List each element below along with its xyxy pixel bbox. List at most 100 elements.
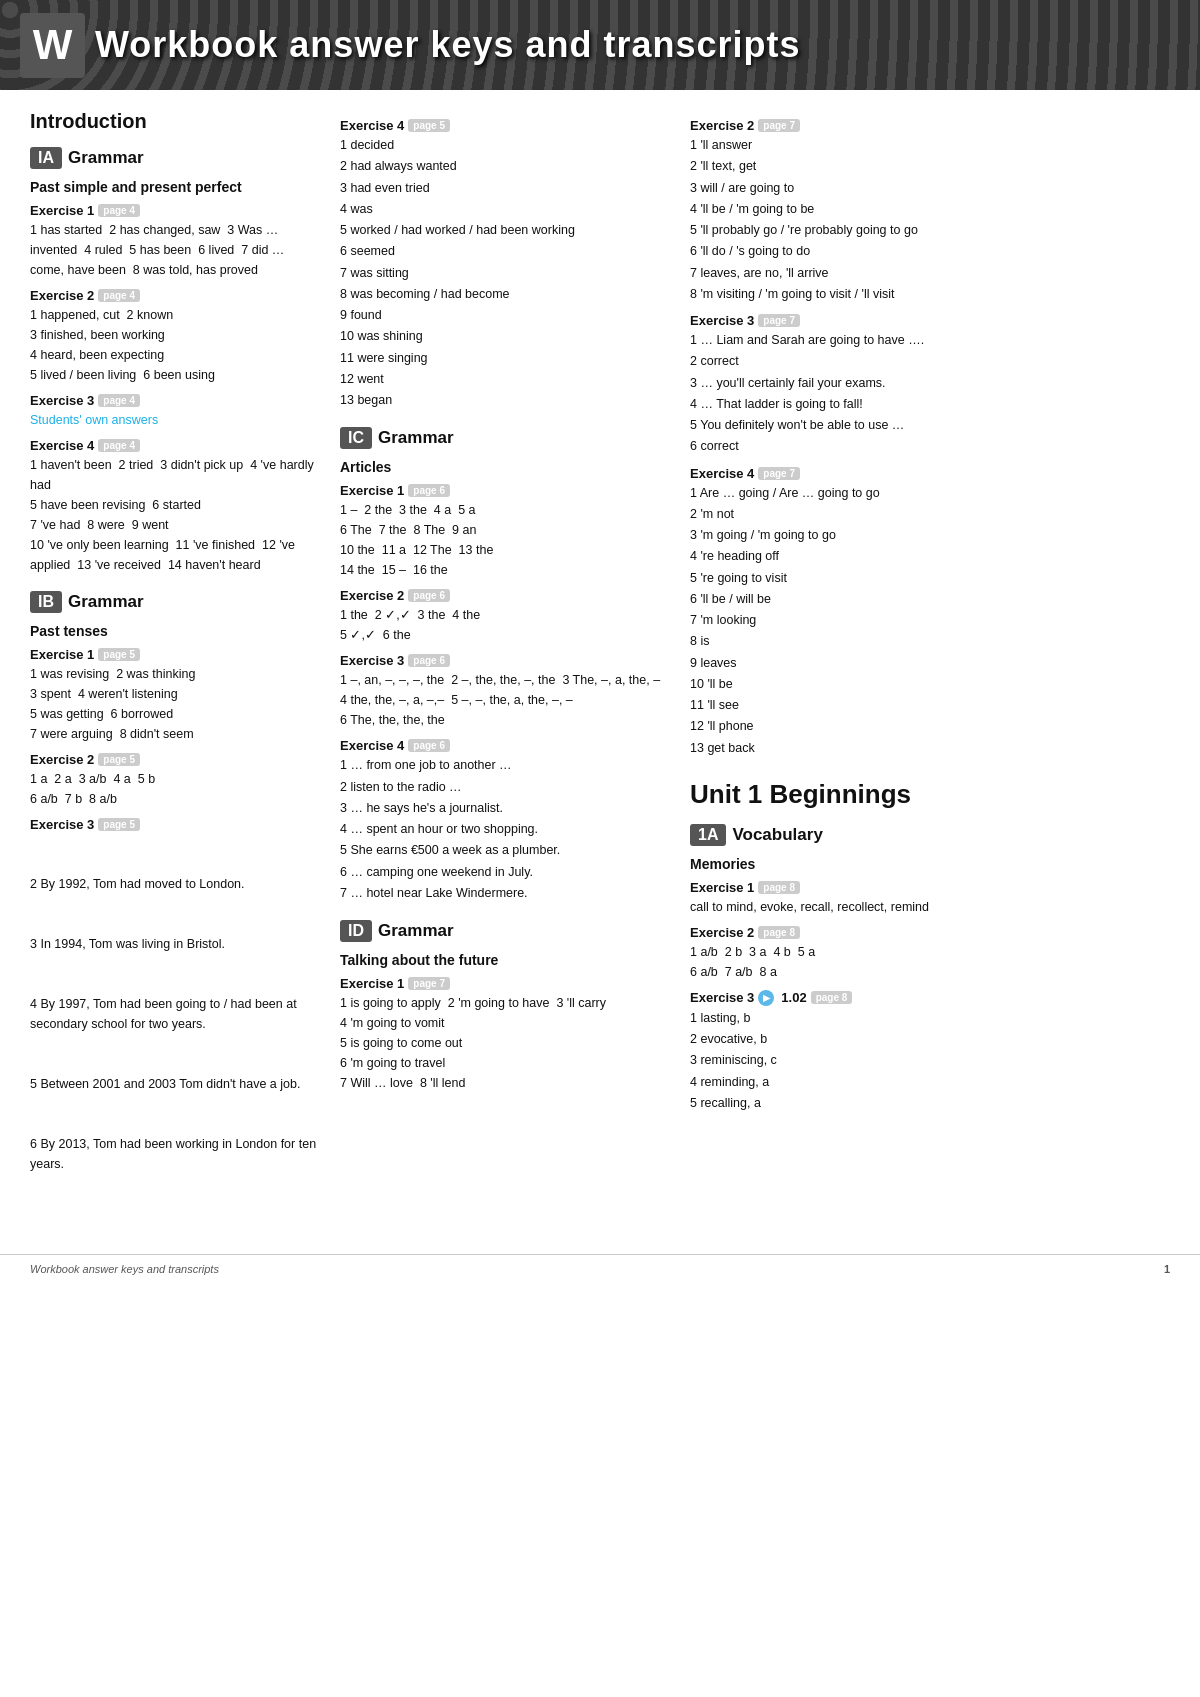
ib-ex1-content: 1 was revising 2 was thinking 3 spent 4 … bbox=[30, 664, 320, 744]
vocab-ex3-content: 1 lasting, b2 evocative, b3 reminiscing,… bbox=[690, 1008, 1170, 1114]
ia-ex2-label: Exercise 2 page 4 bbox=[30, 288, 320, 303]
main-content: Introduction IA Grammar Past simple and … bbox=[0, 90, 1200, 1244]
id-ex1-page: page 7 bbox=[408, 977, 450, 990]
audio-icon: ▶ bbox=[758, 990, 774, 1006]
list-item: 2 correct bbox=[690, 351, 1170, 372]
ia-label: IA bbox=[30, 147, 62, 169]
list-item: 12 went bbox=[340, 369, 670, 390]
unit1-title: Unit 1 Beginnings bbox=[690, 779, 1170, 810]
list-item: 6 correct bbox=[690, 436, 1170, 457]
list-item: 2 evocative, b bbox=[690, 1029, 1170, 1050]
list-item: 5 worked / had worked / had been working bbox=[340, 220, 670, 241]
list-item: 11 'll see bbox=[690, 695, 1170, 716]
list-item: 11 were singing bbox=[340, 348, 670, 369]
ib-ex1-label: Exercise 1 page 5 bbox=[30, 647, 320, 662]
list-item: 8 was becoming / had become bbox=[340, 284, 670, 305]
vocab-ex3-label: Exercise 3 ▶ 1.02 page 8 bbox=[690, 990, 1170, 1006]
ic-ex3-label: Exercise 3 page 6 bbox=[340, 653, 670, 668]
ic-ex4-content: 1 … from one job to another …2 listen to… bbox=[340, 755, 670, 904]
ia-ex1-content: 1 has started 2 has changed, saw 3 Was …… bbox=[30, 220, 320, 280]
ic-section: Grammar bbox=[378, 428, 454, 448]
ib-label: IB bbox=[30, 591, 62, 613]
vocab-ex2-content: 1 a/b 2 b 3 a 4 b 5 a 6 a/b 7 a/b 8 a bbox=[690, 942, 1170, 982]
id-label: ID bbox=[340, 920, 372, 942]
id-ex2-page: page 7 bbox=[758, 119, 800, 132]
list-item: 3 … he says he's a journalist. bbox=[340, 798, 670, 819]
ib-ex3-page: page 5 bbox=[98, 818, 140, 831]
column-right: Exercise 2 page 7 1 'll answer2 'll text… bbox=[690, 110, 1170, 1214]
id-ex4-label: Exercise 4 page 7 bbox=[690, 466, 1170, 481]
list-item: 6 'll be / will be bbox=[690, 589, 1170, 610]
list-item: 4 … spent an hour or two shopping. bbox=[340, 819, 670, 840]
vocab-ex1-label: Exercise 1 page 8 bbox=[690, 880, 1170, 895]
id-ex3-label: Exercise 3 page 7 bbox=[690, 313, 1170, 328]
page-footer: Workbook answer keys and transcripts 1 bbox=[0, 1254, 1200, 1283]
w-letter: W bbox=[33, 21, 73, 69]
ic-ex1-label: Exercise 1 page 6 bbox=[340, 483, 670, 498]
list-item: 7 was sitting bbox=[340, 263, 670, 284]
vocab-ex3-page: page 8 bbox=[811, 991, 853, 1004]
list-item: 2 had always wanted bbox=[340, 156, 670, 177]
1a-label: 1A bbox=[690, 824, 726, 846]
ia-ex4-label: Exercise 4 page 4 bbox=[30, 438, 320, 453]
column-mid: Exercise 4 page 5 1 decided2 had always … bbox=[340, 110, 690, 1214]
list-item: 2 'll text, get bbox=[690, 156, 1170, 177]
list-item: 5 You definitely won't be able to use … bbox=[690, 415, 1170, 436]
list-item: 10 was shining bbox=[340, 326, 670, 347]
list-item: 4 'll be / 'm going to be bbox=[690, 199, 1170, 220]
introduction-title: Introduction bbox=[30, 110, 320, 133]
ia-ex3-page: page 4 bbox=[98, 394, 140, 407]
footer-right: 1 bbox=[1164, 1263, 1170, 1275]
ic-ex4-page: page 6 bbox=[408, 739, 450, 752]
list-item: 13 began bbox=[340, 390, 670, 411]
list-item: 8 is bbox=[690, 631, 1170, 652]
1a-section: Vocabulary bbox=[732, 825, 822, 845]
ib-ex2-content: 1 a 2 a 3 a/b 4 a 5 b 6 a/b 7 b 8 a/b bbox=[30, 769, 320, 809]
vocab-subsection: Memories bbox=[690, 856, 1170, 872]
ic-ex1-page: page 6 bbox=[408, 484, 450, 497]
id-ex4-page: page 7 bbox=[758, 467, 800, 480]
list-item: 5 're going to visit bbox=[690, 568, 1170, 589]
ib-ex1-page: page 5 bbox=[98, 648, 140, 661]
vocab-ex1-content: call to mind, evoke, recall, recollect, … bbox=[690, 897, 1170, 917]
ic-label: IC bbox=[340, 427, 372, 449]
list-item: 3 had even tried bbox=[340, 178, 670, 199]
list-item: 8 'm visiting / 'm going to visit / 'll … bbox=[690, 284, 1170, 305]
ib-ex3-content: 2 By 1992, Tom had moved to London. 3 In… bbox=[30, 834, 320, 1214]
list-item: 6 seemed bbox=[340, 241, 670, 262]
ia-ex1-page: page 4 bbox=[98, 204, 140, 217]
list-item: 1 decided bbox=[340, 135, 670, 156]
list-item: 1 … from one job to another … bbox=[340, 755, 670, 776]
ib-ex3-label: Exercise 3 page 5 bbox=[30, 817, 320, 832]
ia-subsection: Past simple and present perfect bbox=[30, 179, 320, 195]
ic-ex1-content: 1 – 2 the 3 the 4 a 5 a 6 The 7 the 8 Th… bbox=[340, 500, 670, 580]
id-section: Grammar bbox=[378, 921, 454, 941]
ib-ex4-label: Exercise 4 page 5 bbox=[340, 118, 670, 133]
vocab-ex3-audio: 1.02 bbox=[781, 990, 806, 1005]
ic-ex2-content: 1 the 2 ✓,✓ 3 the 4 the 5 ✓,✓ 6 the bbox=[340, 605, 670, 645]
ia-ex3-label: Exercise 3 page 4 bbox=[30, 393, 320, 408]
ia-ex2-content: 1 happened, cut 2 known 3 finished, been… bbox=[30, 305, 320, 385]
list-item: 1 … Liam and Sarah are going to have …. bbox=[690, 330, 1170, 351]
column-left: Introduction IA Grammar Past simple and … bbox=[30, 110, 340, 1214]
vocab-ex1-page: page 8 bbox=[758, 881, 800, 894]
list-item: 5 'll probably go / 're probably going t… bbox=[690, 220, 1170, 241]
id-ex3-page: page 7 bbox=[758, 314, 800, 327]
ic-ex2-page: page 6 bbox=[408, 589, 450, 602]
list-item: 7 leaves, are no, 'll arrive bbox=[690, 263, 1170, 284]
list-item: 4 reminding, a bbox=[690, 1072, 1170, 1093]
id-ex3-content: 1 … Liam and Sarah are going to have ….2… bbox=[690, 330, 1170, 458]
ic-heading-row: IC Grammar bbox=[340, 427, 670, 449]
ib-ex3-item: 3 In 1994, Tom was living in Bristol. bbox=[30, 934, 320, 954]
list-item: 7 … hotel near Lake Windermere. bbox=[340, 883, 670, 904]
ib-ex3-item: 2 By 1992, Tom had moved to London. bbox=[30, 874, 320, 894]
vocab-heading-row: 1A Vocabulary bbox=[690, 824, 1170, 846]
w-logo-box: W bbox=[20, 13, 85, 78]
list-item: 2 listen to the radio … bbox=[340, 777, 670, 798]
id-ex4-content: 1 Are … going / Are … going to go2 'm no… bbox=[690, 483, 1170, 759]
ib-heading-row: IB Grammar bbox=[30, 591, 320, 613]
ib-subsection: Past tenses bbox=[30, 623, 320, 639]
ic-ex2-label: Exercise 2 page 6 bbox=[340, 588, 670, 603]
ib-ex4-page: page 5 bbox=[408, 119, 450, 132]
list-item: 12 'll phone bbox=[690, 716, 1170, 737]
